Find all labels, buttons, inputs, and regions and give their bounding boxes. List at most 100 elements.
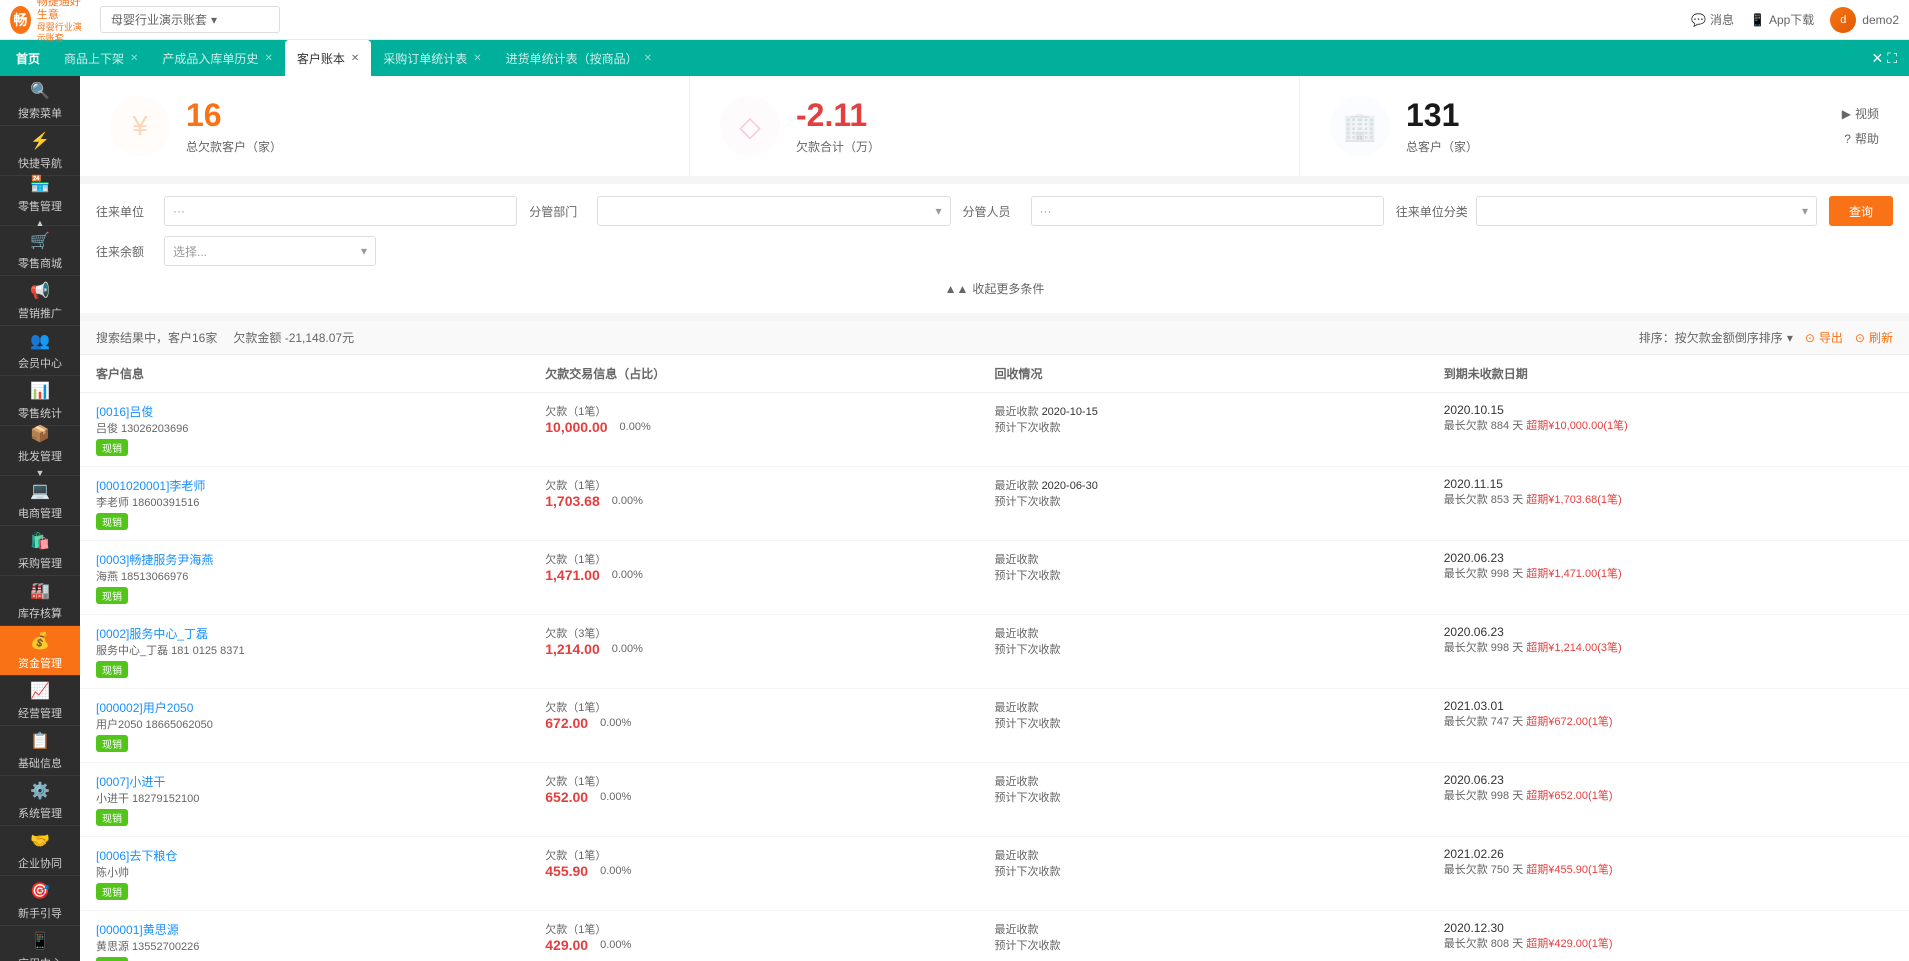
overdue-amount-7[interactable]: 超期¥455.90(1笔): [1526, 864, 1612, 876]
due-date-info-8: 2020.12.30 最长欠款 808 天 超期¥429.00(1笔): [1444, 921, 1893, 951]
query-button[interactable]: 查询: [1829, 196, 1893, 226]
customer-name-4[interactable]: [0002]服务中心_丁磊: [96, 625, 545, 642]
top-bar-right: 💬 消息 📱 App下载 d demo2: [1691, 7, 1899, 33]
table-row: [0001020001]李老师 李老师 18600391516 现销 欠款（1笔…: [80, 467, 1909, 541]
debt-info-5: 欠款（1笔） 672.00 0.00%: [545, 699, 994, 731]
message-icon: 💬: [1691, 13, 1706, 27]
batch-icon: 📦: [30, 424, 50, 444]
debt-percent-4: 0.00%: [612, 643, 643, 655]
sidebar-item-inventory[interactable]: 🏭 库存核算: [0, 576, 80, 626]
maximize-icon[interactable]: ⛶: [1887, 50, 1897, 67]
store-selector[interactable]: 母婴行业演示账套 ▾: [100, 6, 280, 33]
customer-name-5[interactable]: [000002]用户2050: [96, 699, 545, 716]
customer-name-1[interactable]: [0016]吕俊: [96, 403, 545, 420]
filter-person: 分管人员 ···: [963, 196, 1384, 226]
sidebar-item-retail-mall[interactable]: 🛒 零售商城: [0, 226, 80, 276]
sidebar-item-finance[interactable]: 💰 资金管理: [0, 626, 80, 676]
sidebar-item-new-guide[interactable]: 🎯 新手引导: [0, 876, 80, 926]
sidebar-item-marketing[interactable]: 📢 营销推广: [0, 276, 80, 326]
sort-selector[interactable]: 排序：按欠款金额倒序排序 ▾: [1639, 329, 1793, 346]
app-download-btn[interactable]: 📱 App下载: [1750, 11, 1814, 28]
tab-product-off[interactable]: 商品上下架 ✕: [52, 40, 150, 76]
tab-incoming-stats[interactable]: 进货单统计表（按商品） ✕: [494, 40, 664, 76]
customer-tag-5: 现销: [96, 735, 128, 752]
debt-percent-3: 0.00%: [612, 569, 643, 581]
tab-customer-account[interactable]: 客户账本 ✕: [285, 40, 371, 76]
basic-info-icon: 📋: [30, 731, 50, 751]
tab-close-product-off[interactable]: ✕: [130, 53, 138, 64]
overdue-amount-8[interactable]: 超期¥429.00(1笔): [1526, 938, 1612, 950]
debt-info-4: 欠款（3笔） 1,214.00 0.00%: [545, 625, 994, 657]
customer-tag-8: 现销: [96, 957, 128, 961]
table-row: [0007]小进干 小进干 18279152100 现销 欠款（1笔） 652.…: [80, 763, 1909, 837]
customer-tag-2: 现销: [96, 513, 128, 530]
unit-type-select[interactable]: ▾: [1476, 196, 1817, 226]
tab-close-customer-account[interactable]: ✕: [351, 53, 359, 64]
debt-amount-label: 欠款合计（万）: [796, 138, 880, 155]
sidebar-item-retail-stats[interactable]: 📊 零售统计: [0, 376, 80, 426]
tab-home[interactable]: 首页: [4, 40, 52, 76]
sidebar-item-basic-info[interactable]: 📋 基础信息: [0, 726, 80, 776]
from-unit-input[interactable]: ···: [164, 196, 517, 226]
tab-close-incoming-stats[interactable]: ✕: [644, 53, 652, 64]
collapse-filters-btn[interactable]: ▲▲ 收起更多条件: [96, 276, 1893, 301]
tab-production-history[interactable]: 产成品入库单历史 ✕: [150, 40, 284, 76]
customer-info-7: [0006]去下粮仓 陈小帅 现销: [96, 847, 545, 900]
stat-card-debt-customers: ¥ 16 总欠款客户（家）: [80, 76, 690, 176]
view-video-btn[interactable]: ▶ 视频: [1842, 105, 1879, 122]
search-result-text: 搜索结果中，客户16家: [96, 329, 217, 346]
sidebar-item-operations[interactable]: 📈 经营管理: [0, 676, 80, 726]
due-date-info-3: 2020.06.23 最长欠款 998 天 超期¥1,471.00(1笔): [1444, 551, 1893, 581]
refresh-icon: ⊙: [1855, 331, 1865, 345]
sidebar-item-retail-mgmt[interactable]: 🏪 零售管理 ▲: [0, 176, 80, 226]
sidebar-item-batch-mgmt[interactable]: 📦 批发管理 ▼: [0, 426, 80, 476]
col-header-due-date: 到期未收款日期: [1444, 365, 1893, 382]
overdue-amount-1[interactable]: 超期¥10,000.00(1笔): [1526, 420, 1628, 432]
overdue-amount-6[interactable]: 超期¥652.00(1笔): [1526, 790, 1612, 802]
tab-purchase-order[interactable]: 采购订单统计表 ✕: [371, 40, 493, 76]
customer-name-6[interactable]: [0007]小进干: [96, 773, 545, 790]
close-tab-icon[interactable]: ✕: [1871, 50, 1883, 67]
search-icon: 🔍: [30, 81, 50, 101]
collection-info-8: 最近收款 预计下次收款: [995, 921, 1444, 953]
person-input[interactable]: ···: [1031, 196, 1384, 226]
customer-name-3[interactable]: [0003]畅捷服务尹海燕: [96, 551, 545, 568]
sidebar-item-purchase-mgmt[interactable]: 🛍️ 采购管理: [0, 526, 80, 576]
guide-icon: 🎯: [30, 881, 50, 901]
debt-customers-label: 总欠款客户（家）: [186, 138, 282, 155]
refresh-btn[interactable]: ⊙ 刷新: [1855, 329, 1893, 346]
user-menu[interactable]: d demo2: [1830, 7, 1899, 33]
mall-icon: 🛒: [30, 231, 50, 251]
export-btn[interactable]: ⊙ 导出: [1805, 329, 1843, 346]
sidebar-item-ecommerce[interactable]: 💻 电商管理: [0, 476, 80, 526]
help-btn[interactable]: ? 帮助: [1844, 130, 1879, 147]
tab-close-production-history[interactable]: ✕: [264, 53, 272, 64]
customer-name-7[interactable]: [0006]去下粮仓: [96, 847, 545, 864]
sidebar-item-app-center[interactable]: 📱 应用中心: [0, 926, 80, 961]
tab-close-purchase-order[interactable]: ✕: [473, 53, 481, 64]
overdue-amount-5[interactable]: 超期¥672.00(1笔): [1526, 716, 1612, 728]
sidebar-item-member-center[interactable]: 👥 会员中心: [0, 326, 80, 376]
col-header-customer: 客户信息: [96, 365, 545, 382]
balance-select[interactable]: 选择... ▾: [164, 236, 376, 266]
customer-tag-1: 现销: [96, 439, 128, 456]
sidebar-item-enterprise[interactable]: 🤝 企业协同: [0, 826, 80, 876]
sidebar-item-search-menu[interactable]: 🔍 搜索菜单: [0, 76, 80, 126]
sidebar-item-quick-nav[interactable]: ⚡ 快捷导航: [0, 126, 80, 176]
due-date-info-2: 2020.11.15 最长欠款 853 天 超期¥1,703.68(1笔): [1444, 477, 1893, 507]
message-btn[interactable]: 💬 消息: [1691, 11, 1734, 28]
sidebar-item-system[interactable]: ⚙️ 系统管理: [0, 776, 80, 826]
overdue-amount-2[interactable]: 超期¥1,703.68(1笔): [1526, 494, 1621, 506]
operations-icon: 📈: [30, 681, 50, 701]
overdue-amount-3[interactable]: 超期¥1,471.00(1笔): [1526, 568, 1621, 580]
debt-amount-3: 1,471.00: [545, 567, 600, 583]
top-bar: 畅 畅捷通好生意 母婴行业演示账套 母婴行业演示账套 ▾ 💬 消息 📱 App下…: [0, 0, 1909, 40]
table-row: [000002]用户2050 用户2050 18665062050 现销 欠款（…: [80, 689, 1909, 763]
customer-phone-3: 海燕 18513066976: [96, 568, 545, 584]
dept-select[interactable]: ▾: [597, 196, 950, 226]
chevron-down-icon-unit-type: ▾: [1802, 204, 1808, 218]
debt-amount-8: 429.00: [545, 937, 588, 953]
customer-name-2[interactable]: [0001020001]李老师: [96, 477, 545, 494]
customer-name-8[interactable]: [000001]黄思源: [96, 921, 545, 938]
overdue-amount-4[interactable]: 超期¥1,214.00(3笔): [1526, 642, 1621, 654]
